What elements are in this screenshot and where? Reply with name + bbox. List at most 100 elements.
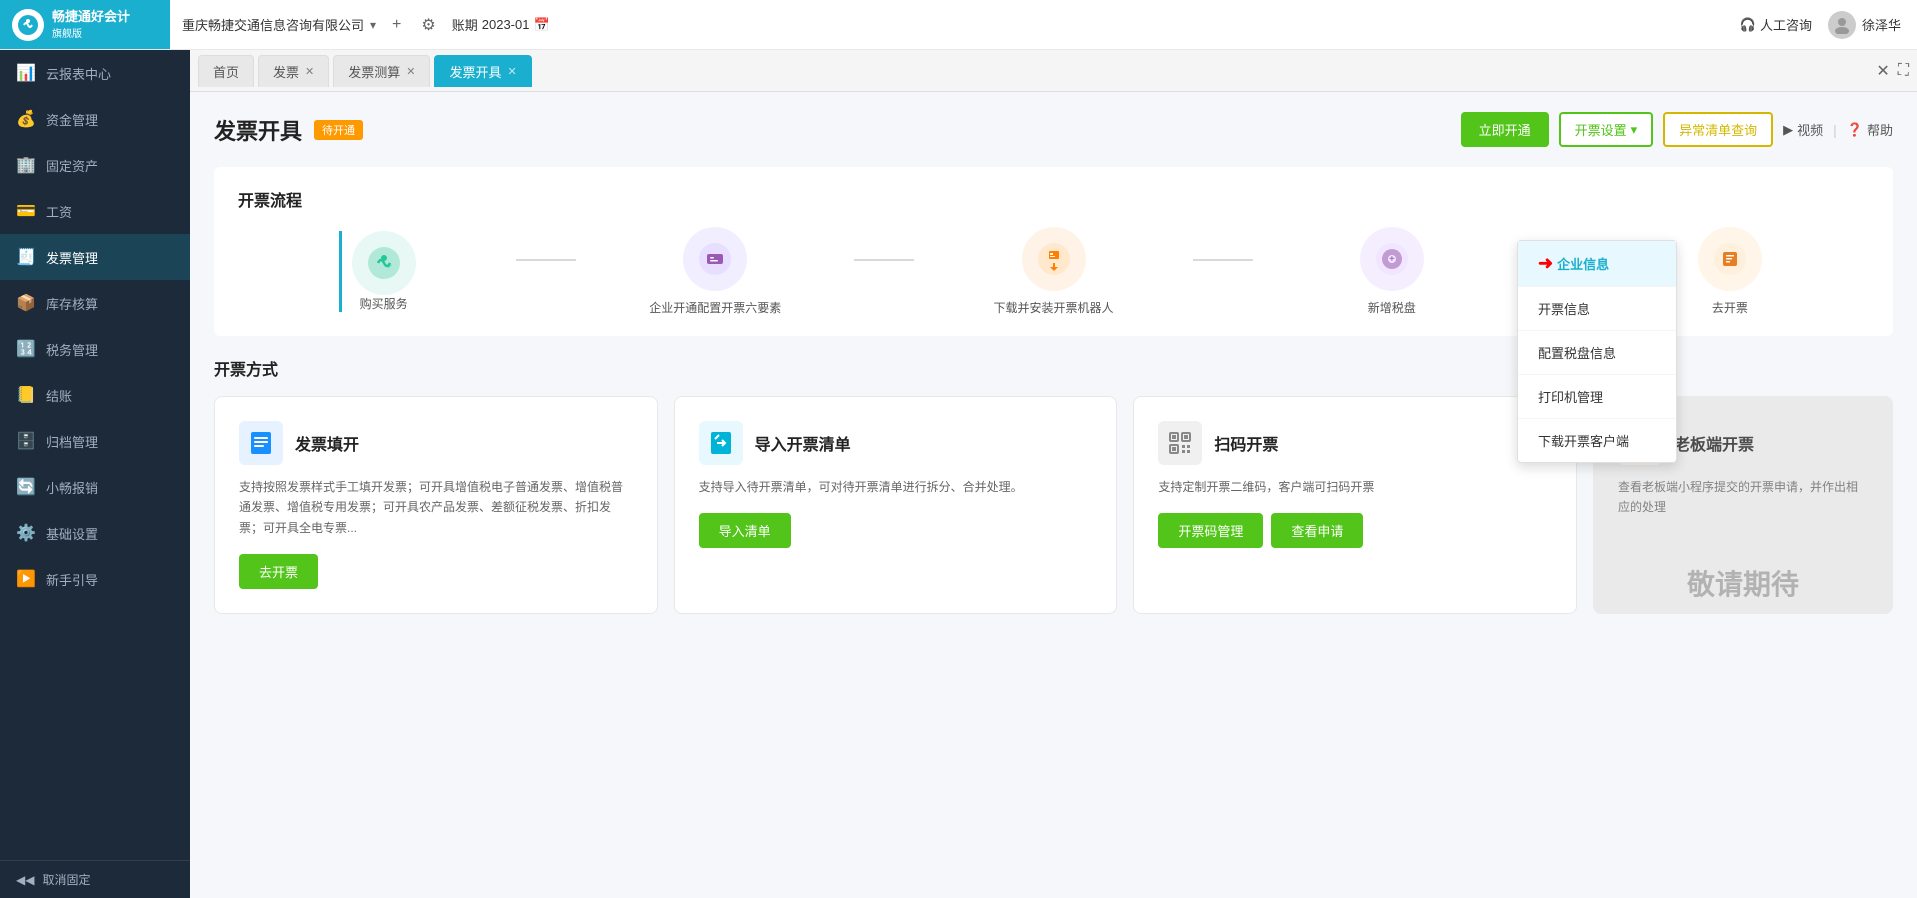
- logo-icon: [12, 9, 44, 41]
- settings-icon[interactable]: ⚙: [417, 11, 439, 39]
- sidebar-item-label: 基础设置: [46, 524, 98, 543]
- sidebar-item-fixed-assets[interactable]: 🏢 固定资产: [0, 142, 190, 188]
- closing-icon: 📒: [16, 385, 36, 405]
- headset-icon: 🎧: [1740, 17, 1756, 33]
- logo-area: 畅捷通好会计 旗舰版: [0, 0, 170, 49]
- settings-label: 开票设置: [1575, 120, 1627, 139]
- page-title: 发票开具: [214, 114, 302, 146]
- dropdown-item-printer-mgmt[interactable]: 打印机管理: [1518, 375, 1676, 419]
- activate-button[interactable]: 立即开通: [1461, 112, 1549, 147]
- flow-section-title: 开票流程: [238, 187, 1869, 211]
- help-button[interactable]: ❓ 帮助: [1847, 120, 1893, 139]
- step-5-icon: [1698, 227, 1762, 291]
- maximize-button[interactable]: ⛶: [1898, 61, 1909, 81]
- close-icon[interactable]: ✕: [305, 65, 314, 78]
- dropdown-item-download-client[interactable]: 下载开票客户端: [1518, 419, 1676, 462]
- settings-dropdown-container: 开票设置 ▾: [1559, 112, 1654, 147]
- dropdown-item-tax-config[interactable]: 配置税盘信息: [1518, 331, 1676, 375]
- import-list-icon: [699, 421, 743, 465]
- close-window-button[interactable]: ✕: [1876, 61, 1889, 81]
- view-apply-button[interactable]: 查看申请: [1271, 513, 1363, 548]
- sidebar-item-new-guide[interactable]: ▶️ 新手引导: [0, 556, 190, 602]
- scan-buttons: 开票码管理 查看申请: [1158, 513, 1552, 548]
- dropdown-item-company-info[interactable]: ➜ 企业信息: [1518, 241, 1676, 287]
- method-card-header-1: 发票填开: [239, 421, 633, 465]
- sidebar-bottom: ◀◀ 取消固定: [0, 860, 190, 898]
- window-buttons: ✕ ⛶: [1876, 61, 1909, 81]
- sidebar-item-basic-settings[interactable]: ⚙️ 基础设置: [0, 510, 190, 556]
- status-badge: 待开通: [314, 120, 363, 140]
- method-card-header-2: 导入开票清单: [699, 421, 1093, 465]
- basic-settings-icon: ⚙️: [16, 523, 36, 543]
- support-button[interactable]: 🎧 人工咨询: [1740, 15, 1812, 34]
- sidebar-item-label: 新手引导: [46, 570, 98, 589]
- tab-invoice[interactable]: 发票 ✕: [258, 55, 329, 87]
- sidebar-item-salary[interactable]: 💳 工资: [0, 188, 190, 234]
- close-icon[interactable]: ✕: [406, 65, 415, 78]
- dropdown-menu: ➜ 企业信息 开票信息 配置税盘信息 打印机管理 下载开票客户端: [1517, 240, 1677, 463]
- step-3-icon: [1022, 227, 1086, 291]
- user-name: 徐泽华: [1862, 15, 1901, 34]
- qr-mgmt-button[interactable]: 开票码管理: [1158, 513, 1263, 548]
- sidebar-item-label: 库存核算: [46, 294, 98, 313]
- report-sales-icon: 🔄: [16, 477, 36, 497]
- invoice-icon: 🧾: [16, 247, 36, 267]
- sidebar-item-invoice-mgmt[interactable]: 🧾 发票管理: [0, 234, 190, 280]
- tab-home[interactable]: 首页: [198, 55, 254, 87]
- calendar-icon[interactable]: 📅: [533, 17, 549, 33]
- dropdown-item-invoice-info[interactable]: 开票信息: [1518, 287, 1676, 331]
- step-2-icon: [683, 227, 747, 291]
- method-desc-4: 查看老板端小程序提交的开票申请，并作出相应的处理: [1618, 477, 1868, 518]
- top-bar-right: 🎧 人工咨询 徐泽华: [1740, 11, 1901, 39]
- manual-fill-icon: [239, 421, 283, 465]
- flow-step-1: + 购买服务: [238, 231, 516, 312]
- abnormal-list-button[interactable]: 异常清单查询: [1663, 112, 1773, 147]
- page-header: 发票开具 待开通 立即开通 开票设置 ▾ 异常清单查询 ▶: [214, 112, 1893, 147]
- go-invoice-icon: [1712, 241, 1748, 277]
- sidebar-item-inventory[interactable]: 📦 库存核算: [0, 280, 190, 326]
- sidebar-item-report-sales[interactable]: 🔄 小畅报销: [0, 464, 190, 510]
- cancel-pin-button[interactable]: ◀◀ 取消固定: [0, 861, 190, 898]
- method-card-import: 导入开票清单 支持导入待开票清单，可对待开票清单进行拆分、合并处理。 导入清单: [674, 396, 1118, 614]
- go-invoice-button[interactable]: 去开票: [239, 554, 318, 589]
- avatar: [1828, 11, 1856, 39]
- video-button[interactable]: ▶ 视频: [1783, 120, 1823, 139]
- coming-soon-overlay: 敬请期待: [1687, 563, 1799, 603]
- download-icon: [1036, 241, 1072, 277]
- sidebar-item-closing[interactable]: 📒 结账: [0, 372, 190, 418]
- tab-invoice-open[interactable]: 发票开具 ✕: [434, 55, 531, 87]
- company-selector[interactable]: 重庆畅捷交通信息咨询有限公司 ▾: [182, 15, 376, 34]
- add-company-button[interactable]: +: [388, 12, 405, 38]
- tab-invoice-calc[interactable]: 发票测算 ✕: [333, 55, 430, 87]
- logo-svg: [17, 14, 39, 36]
- flow-connector-1: [516, 259, 576, 261]
- method-name-1: 发票填开: [295, 431, 359, 455]
- sidebar-item-label: 归档管理: [46, 432, 98, 451]
- fixed-assets-icon: 🏢: [16, 155, 36, 175]
- step-1-icon: +: [352, 231, 416, 295]
- import-list-button[interactable]: 导入清单: [699, 513, 791, 548]
- sidebar-item-fund-mgmt[interactable]: 💰 资金管理: [0, 96, 190, 142]
- dropdown-label-2: 配置税盘信息: [1538, 346, 1616, 361]
- method-name-3: 扫码开票: [1214, 431, 1278, 455]
- sidebar-item-archive[interactable]: 🗄️ 归档管理: [0, 418, 190, 464]
- sidebar-item-label: 税务管理: [46, 340, 98, 359]
- sidebar-item-tax-mgmt[interactable]: 🔢 税务管理: [0, 326, 190, 372]
- fund-icon: 💰: [16, 109, 36, 129]
- dropdown-label-4: 下载开票客户端: [1538, 434, 1629, 449]
- help-label: 帮助: [1867, 120, 1893, 139]
- close-icon[interactable]: ✕: [508, 65, 517, 78]
- app-container: 畅捷通好会计 旗舰版 重庆畅捷交通信息咨询有限公司 ▾ + ⚙ 账期 2023-…: [0, 0, 1917, 898]
- scan-icon: [1158, 421, 1202, 465]
- period-text: 账期: [452, 15, 478, 34]
- sidebar-item-label: 资金管理: [46, 110, 98, 129]
- divider: |: [1833, 122, 1837, 138]
- flow-step-4: + 新增税盘: [1253, 227, 1531, 316]
- top-bar: 畅捷通好会计 旗舰版 重庆畅捷交通信息咨询有限公司 ▾ + ⚙ 账期 2023-…: [0, 0, 1917, 50]
- config-icon: [697, 241, 733, 277]
- sidebar-item-cloud-report[interactable]: 📊 云报表中心: [0, 50, 190, 96]
- company-name: 重庆畅捷交通信息咨询有限公司: [182, 15, 364, 34]
- logo-badge: 旗舰版: [52, 25, 130, 40]
- user-area[interactable]: 徐泽华: [1828, 11, 1901, 39]
- invoice-settings-button[interactable]: 开票设置 ▾: [1559, 112, 1654, 147]
